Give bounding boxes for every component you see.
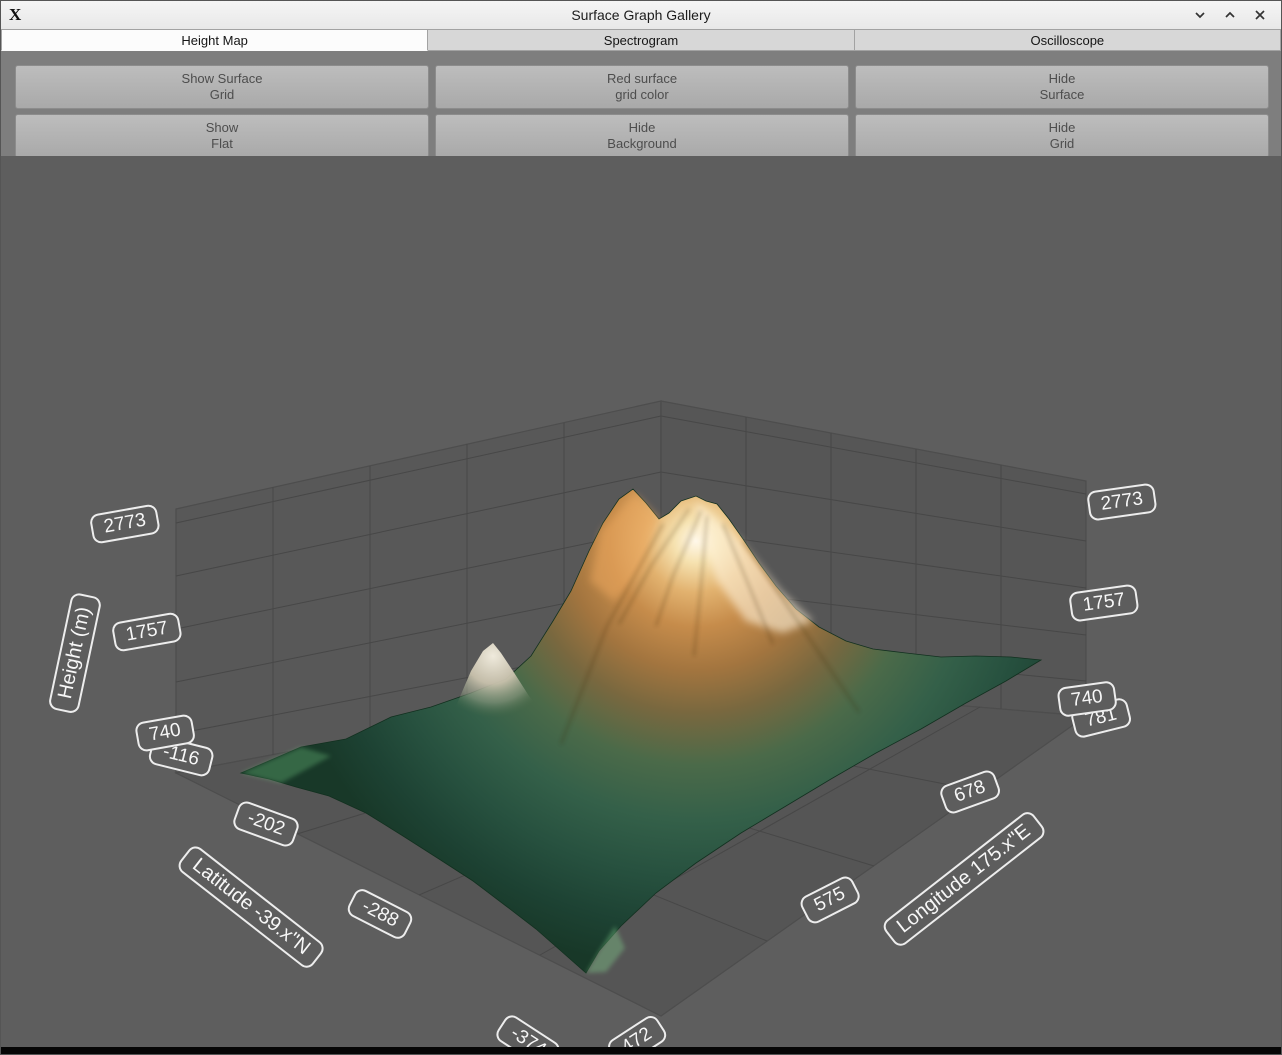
surface-grid-color-button[interactable]: Red surface grid color — [435, 65, 849, 109]
show-flat-button[interactable]: Show Flat — [15, 114, 429, 158]
toolbar: Show Surface Grid Red surface grid color… — [15, 65, 1269, 158]
chevron-down-icon[interactable] — [1189, 4, 1211, 26]
hide-background-button[interactable]: Hide Background — [435, 114, 849, 158]
tab-spectrogram[interactable]: Spectrogram — [428, 29, 854, 51]
app-icon: X — [9, 5, 21, 25]
window-controls — [1189, 4, 1281, 26]
hide-surface-button[interactable]: Hide Surface — [855, 65, 1269, 109]
tab-oscilloscope[interactable]: Oscilloscope — [855, 29, 1281, 51]
hide-grid-button[interactable]: Hide Grid — [855, 114, 1269, 158]
chevron-up-icon[interactable] — [1219, 4, 1241, 26]
surface-plot-canvas[interactable]: Height (m) 2773 1757 -116 740 -202 -288 … — [1, 156, 1281, 1047]
window-title: Surface Graph Gallery — [1, 7, 1281, 23]
screen-edge-strip — [1, 1047, 1281, 1054]
tab-bar: Height Map Spectrogram Oscilloscope — [1, 29, 1281, 51]
title-bar[interactable]: X Surface Graph Gallery — [1, 1, 1281, 30]
show-surface-grid-button[interactable]: Show Surface Grid — [15, 65, 429, 109]
app-window: X Surface Graph Gallery Height Map Spect… — [0, 0, 1282, 1055]
tab-height-map[interactable]: Height Map — [1, 29, 428, 51]
close-icon[interactable] — [1249, 4, 1271, 26]
